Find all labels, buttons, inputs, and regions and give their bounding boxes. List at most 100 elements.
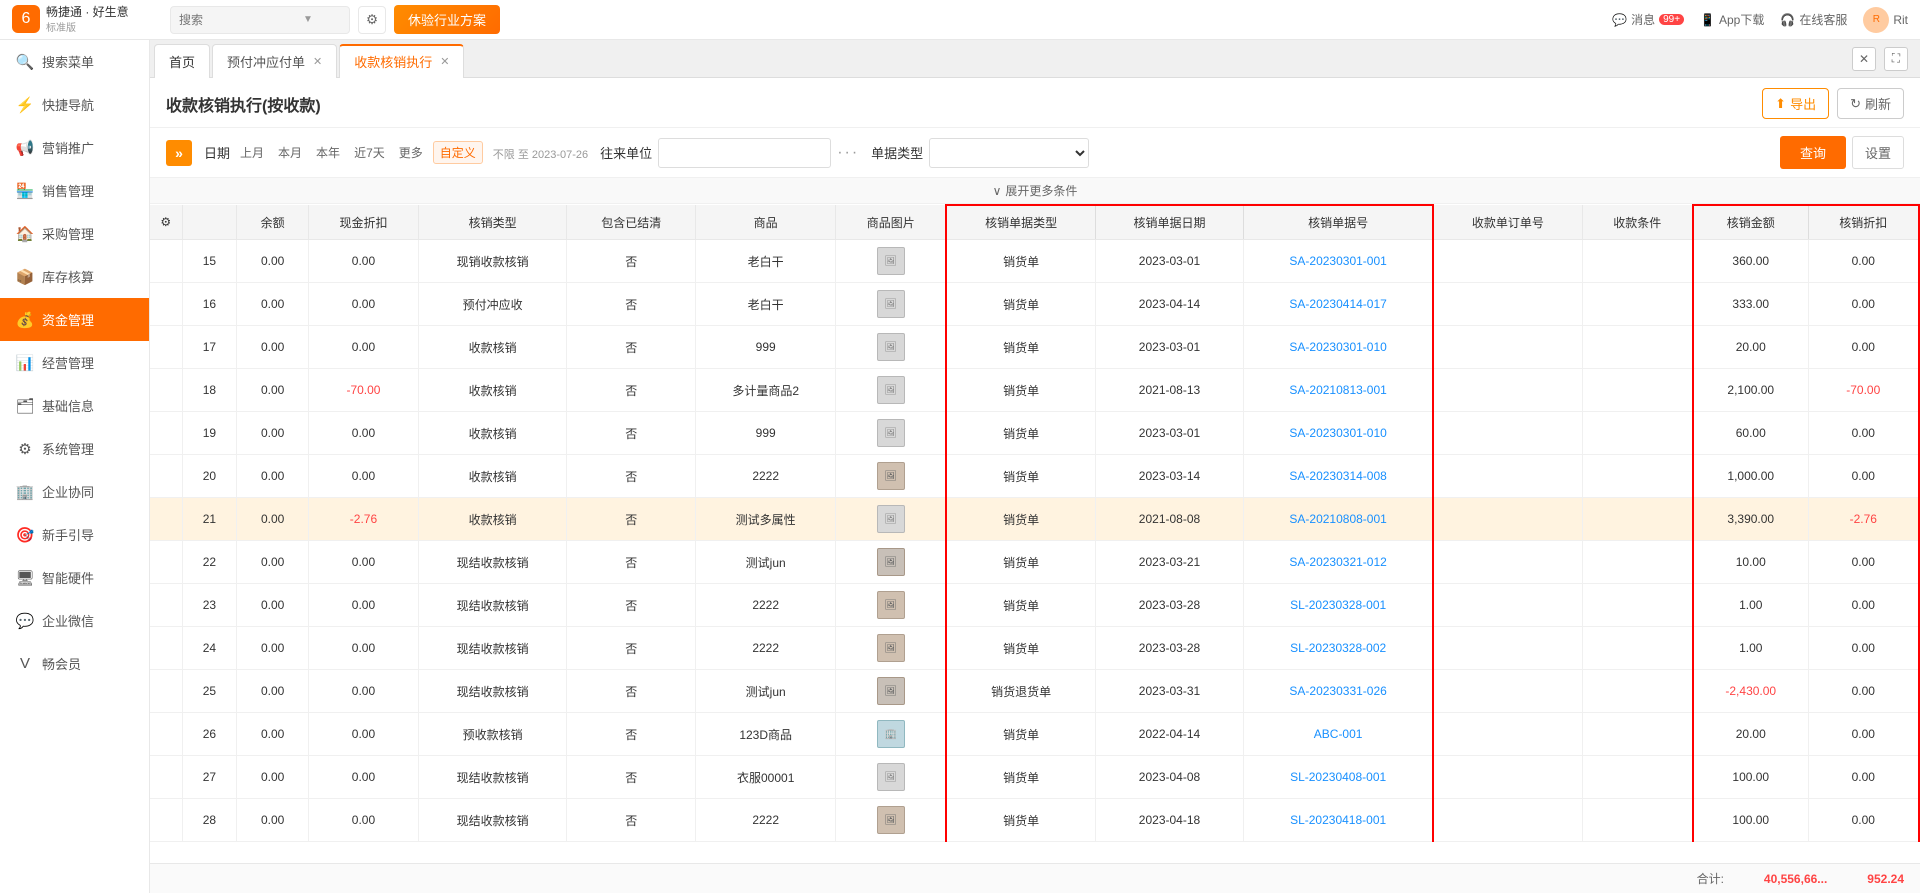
refresh-button[interactable]: ↻ 刷新 xyxy=(1837,88,1904,119)
industry-btn[interactable]: 休验行业方案 xyxy=(394,5,500,34)
td-write-off-amount-12: 100.00 xyxy=(1693,756,1808,799)
data-table: ⚙ 余额 现金折扣 核销类型 包含已结清 商品 商品图片 核销单据类型 核销单据… xyxy=(150,204,1920,842)
date-btn-this-month[interactable]: 本月 xyxy=(274,142,306,163)
td-goods-2: 999 xyxy=(696,326,836,369)
app-download-btn[interactable]: 📱 App下载 xyxy=(1700,11,1764,28)
td-bill-type-7: 销货单 xyxy=(946,541,1095,584)
sidebar-item-system[interactable]: ⚙ 系统管理 xyxy=(0,427,149,470)
td-rownum-10: 25 xyxy=(182,670,237,713)
sidebar-item-sales[interactable]: 🏪 销售管理 xyxy=(0,169,149,212)
sidebar-item-enterprise[interactable]: 🏢 企业协同 xyxy=(0,470,149,513)
bill-no-link-5[interactable]: SA-20230314-008 xyxy=(1289,469,1386,483)
tab-home[interactable]: 首页 xyxy=(154,44,210,78)
settings-button[interactable]: ⚙ xyxy=(358,6,386,34)
voucher-select[interactable] xyxy=(929,138,1089,168)
service-btn[interactable]: 🎧 在线客服 xyxy=(1780,11,1847,28)
bill-no-link-13[interactable]: SL-20230418-001 xyxy=(1290,813,1386,827)
sidebar-item-marketing[interactable]: 📢 营销推广 xyxy=(0,126,149,169)
bill-no-link-0[interactable]: SA-20230301-001 xyxy=(1289,254,1386,268)
sidebar-item-baseinfo[interactable]: 🗂 基础信息 xyxy=(0,384,149,427)
bill-no-link-1[interactable]: SA-20230414-017 xyxy=(1289,297,1386,311)
sales-icon: 🏪 xyxy=(16,182,34,200)
tab-close-btn[interactable]: ✕ xyxy=(1852,47,1876,71)
tab-prepay[interactable]: 预付冲应付单 ✕ xyxy=(212,44,337,78)
sidebar-item-hardware[interactable]: 🖥 智能硬件 xyxy=(0,556,149,599)
td-gear-2 xyxy=(150,326,182,369)
tab-prepay-close[interactable]: ✕ xyxy=(313,55,322,68)
tab-receipt-close[interactable]: ✕ xyxy=(440,55,449,68)
refresh-icon: ↻ xyxy=(1850,96,1861,112)
bill-no-link-12[interactable]: SL-20230408-001 xyxy=(1290,770,1386,784)
sidebar-item-finance[interactable]: 💰 资金管理 xyxy=(0,298,149,341)
td-goods-0: 老白干 xyxy=(696,240,836,283)
logo-badge: 标准版 xyxy=(46,19,129,34)
message-btn[interactable]: 💬 消息 99+ xyxy=(1612,11,1684,28)
td-bill-date-10: 2023-03-31 xyxy=(1095,670,1243,713)
td-write-off-discount-4: 0.00 xyxy=(1808,412,1919,455)
td-bill-date-8: 2023-03-28 xyxy=(1095,584,1243,627)
bill-no-link-9[interactable]: SL-20230328-002 xyxy=(1290,641,1386,655)
sidebar-item-inventory[interactable]: 📦 库存核算 xyxy=(0,255,149,298)
td-bill-date-1: 2023-04-14 xyxy=(1095,283,1243,326)
export-button[interactable]: ⬆ 导出 xyxy=(1762,88,1829,119)
sidebar-item-search[interactable]: 🔍 搜索菜单 xyxy=(0,40,149,83)
td-bill-no-7: SA-20230321-012 xyxy=(1244,541,1434,584)
bill-no-link-7[interactable]: SA-20230321-012 xyxy=(1289,555,1386,569)
td-gear-9 xyxy=(150,627,182,670)
td-receipt-condition-7 xyxy=(1582,541,1693,584)
td-bill-type-10: 销货退货单 xyxy=(946,670,1095,713)
date-btn-this-year[interactable]: 本年 xyxy=(312,142,344,163)
message-badge: 99+ xyxy=(1659,14,1684,25)
sidebar-label-system: 系统管理 xyxy=(42,439,94,458)
bill-no-link-8[interactable]: SL-20230328-001 xyxy=(1290,598,1386,612)
tab-fullscreen-btn[interactable]: ⛶ xyxy=(1884,47,1908,71)
td-write-off-amount-4: 60.00 xyxy=(1693,412,1808,455)
date-btn-custom[interactable]: 自定义 xyxy=(433,141,483,164)
query-button[interactable]: 查询 xyxy=(1780,136,1846,169)
sidebar-label-search: 搜索菜单 xyxy=(42,52,94,71)
sidebar-item-quicknav[interactable]: ⚡ 快捷导航 xyxy=(0,83,149,126)
td-write-off-discount-13: 0.00 xyxy=(1808,799,1919,842)
date-btn-more[interactable]: 更多 xyxy=(395,142,427,163)
bill-no-link-10[interactable]: SA-20230331-026 xyxy=(1289,684,1386,698)
sidebar-item-operations[interactable]: 📊 经营管理 xyxy=(0,341,149,384)
date-btn-7days[interactable]: 近7天 xyxy=(350,142,389,163)
bill-no-link-11[interactable]: ABC-001 xyxy=(1314,727,1363,741)
td-receipt-order-no-6 xyxy=(1433,498,1582,541)
table-wrapper[interactable]: ⚙ 余额 现金折扣 核销类型 包含已结清 商品 商品图片 核销单据类型 核销单据… xyxy=(150,204,1920,863)
setting-button[interactable]: 设置 xyxy=(1852,136,1904,169)
th-gear[interactable]: ⚙ xyxy=(150,205,182,240)
date-btn-last-month[interactable]: 上月 xyxy=(236,142,268,163)
td-goods-3: 多计量商品2 xyxy=(696,369,836,412)
sidebar-item-purchase[interactable]: 🏠 采购管理 xyxy=(0,212,149,255)
partner-label: 往来单位 xyxy=(600,143,652,162)
bill-no-link-3[interactable]: SA-20210813-001 xyxy=(1289,383,1386,397)
search-box[interactable]: ▼ xyxy=(170,6,350,34)
date-label: 日期 xyxy=(204,143,230,162)
td-bill-type-0: 销货单 xyxy=(946,240,1095,283)
td-included-10: 否 xyxy=(567,670,696,713)
td-bill-no-10: SA-20230331-026 xyxy=(1244,670,1434,713)
bill-no-link-6[interactable]: SA-20210808-001 xyxy=(1289,512,1386,526)
expand-more-bar[interactable]: ∨ 展开更多条件 xyxy=(150,178,1920,204)
partner-ellipsis[interactable]: ··· xyxy=(837,144,859,162)
td-cash-discount-10: 0.00 xyxy=(308,670,418,713)
sidebar-item-wechat[interactable]: 💬 企业微信 xyxy=(0,599,149,642)
tab-receipt[interactable]: 收款核销执行 ✕ xyxy=(339,44,464,78)
user-info[interactable]: R Rit xyxy=(1863,7,1908,33)
search-input[interactable] xyxy=(179,13,299,27)
td-goods-12: 衣服00001 xyxy=(696,756,836,799)
td-rownum-0: 15 xyxy=(182,240,237,283)
partner-input[interactable] xyxy=(658,138,831,168)
bill-no-link-2[interactable]: SA-20230301-010 xyxy=(1289,340,1386,354)
sidebar-item-newbie[interactable]: 🎯 新手引导 xyxy=(0,513,149,556)
sidebar-item-vip[interactable]: V 畅会员 xyxy=(0,642,149,685)
table-footer: 合计: 40,556,66... 952.24 xyxy=(150,863,1920,893)
table-body: 150.000.00现销收款核销否老白干🖼销货单2023-03-01SA-202… xyxy=(150,240,1919,842)
bill-no-link-4[interactable]: SA-20230301-010 xyxy=(1289,426,1386,440)
th-write-off-type: 核销类型 xyxy=(418,205,566,240)
td-write-off-amount-0: 360.00 xyxy=(1693,240,1808,283)
avatar: R xyxy=(1863,7,1889,33)
td-goods-11: 123D商品 xyxy=(696,713,836,756)
filter-expand-btn[interactable]: » xyxy=(166,140,192,166)
